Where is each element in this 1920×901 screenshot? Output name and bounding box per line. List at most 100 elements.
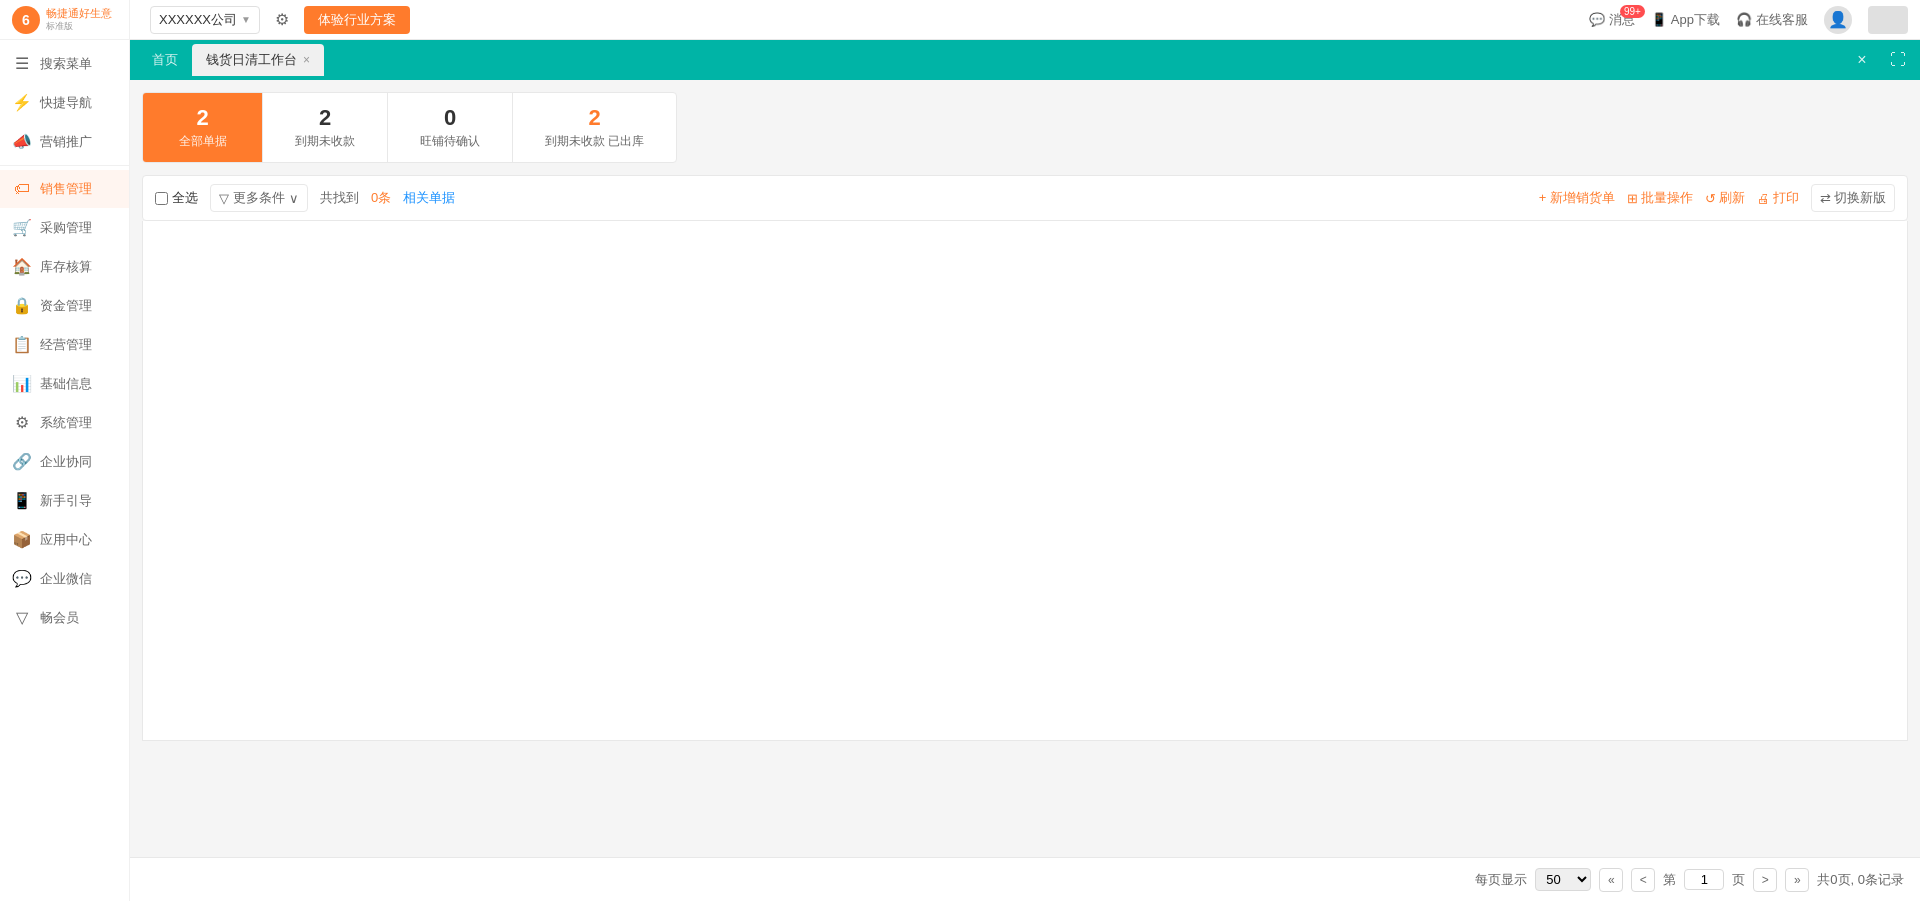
- sidebar-item-finance-label: 资金管理: [40, 297, 92, 315]
- stat-label-all: 全部单据: [175, 133, 230, 150]
- stat-label-overdue-out: 到期未收款 已出库: [545, 133, 644, 150]
- first-page-button[interactable]: «: [1599, 868, 1623, 892]
- page-size-label: 每页显示: [1475, 871, 1527, 889]
- select-all-input[interactable]: [155, 192, 168, 205]
- sidebar-item-search-label: 搜索菜单: [40, 55, 92, 73]
- refresh-label: 刷新: [1719, 189, 1745, 207]
- stat-num-pending: 0: [420, 105, 480, 131]
- switch-version-button[interactable]: ⇄ 切换新版: [1811, 184, 1895, 212]
- batch-icon: ⊞: [1627, 191, 1638, 206]
- stat-tab-overdue-out[interactable]: 2 到期未收款 已出库: [513, 93, 676, 162]
- message-icon: 💬: [1589, 12, 1605, 27]
- settings-button[interactable]: ⚙: [268, 6, 296, 34]
- message-badge: 99+: [1620, 5, 1645, 18]
- sidebar-item-appcenter[interactable]: 📦 应用中心: [0, 520, 129, 559]
- page-size-select[interactable]: 50 100 200: [1535, 868, 1591, 891]
- batch-operation-button[interactable]: ⊞ 批量操作: [1627, 189, 1693, 207]
- switch-label: 切换新版: [1834, 189, 1886, 207]
- app-download-label: App下载: [1671, 11, 1720, 29]
- sidebar-item-inventory[interactable]: 🏠 库存核算: [0, 247, 129, 286]
- company-selector[interactable]: XXXXXX公司 ▼: [150, 6, 260, 34]
- sidebar: 6 畅捷通好生意 标准版 ☰ 搜索菜单 ⚡ 快捷导航 📣 营销推广 🏷 销售管理…: [0, 0, 130, 901]
- enterprise-icon: 🔗: [12, 452, 32, 471]
- stats-tabs: 2 全部单据 2 到期未收款 0 旺铺待确认 2 到期未收款 已出库: [142, 92, 677, 163]
- sidebar-item-basic[interactable]: 📊 基础信息: [0, 364, 129, 403]
- print-icon: 🖨: [1757, 191, 1770, 206]
- print-button[interactable]: 🖨 打印: [1757, 189, 1799, 207]
- newguide-icon: 📱: [12, 491, 32, 510]
- related-link[interactable]: 相关单据: [403, 189, 455, 207]
- sidebar-item-marketing[interactable]: 📣 营销推广: [0, 122, 129, 161]
- stat-label-pending: 旺铺待确认: [420, 133, 480, 150]
- current-page-input[interactable]: [1684, 869, 1724, 890]
- sidebar-item-newguide[interactable]: 📱 新手引导: [0, 481, 129, 520]
- table-area: [142, 221, 1908, 741]
- more-filter-button[interactable]: ▽ 更多条件 ∨: [210, 184, 308, 212]
- sidebar-item-wechat[interactable]: 💬 企业微信: [0, 559, 129, 598]
- select-all-label: 全选: [172, 189, 198, 207]
- sidebar-item-enterprise[interactable]: 🔗 企业协同: [0, 442, 129, 481]
- sidebar-item-system[interactable]: ⚙ 系统管理: [0, 403, 129, 442]
- sidebar-item-appcenter-label: 应用中心: [40, 531, 92, 549]
- sidebar-menu: ☰ 搜索菜单 ⚡ 快捷导航 📣 营销推广 🏷 销售管理 🛒 采购管理 🏠 库存核…: [0, 40, 129, 901]
- tab-home[interactable]: 首页: [138, 44, 192, 76]
- sidebar-item-purchase[interactable]: 🛒 采购管理: [0, 208, 129, 247]
- appcenter-icon: 📦: [12, 530, 32, 549]
- stat-num-overdue: 2: [295, 105, 355, 131]
- tab-work[interactable]: 钱货日清工作台 ×: [192, 44, 324, 76]
- avatar[interactable]: 👤: [1824, 6, 1852, 34]
- sidebar-item-search[interactable]: ☰ 搜索菜单: [0, 44, 129, 83]
- sidebar-item-member[interactable]: ▽ 畅会员: [0, 598, 129, 637]
- search-menu-icon: ☰: [12, 54, 32, 73]
- prev-page-button[interactable]: <: [1631, 868, 1655, 892]
- next-page-button[interactable]: >: [1753, 868, 1777, 892]
- system-icon: ⚙: [12, 413, 32, 432]
- batch-label: 批量操作: [1641, 189, 1693, 207]
- stat-tab-all[interactable]: 2 全部单据: [143, 93, 263, 162]
- sidebar-item-inventory-label: 库存核算: [40, 258, 92, 276]
- tab-expand-button[interactable]: ⛶: [1884, 46, 1912, 74]
- sidebar-logo-area: 6 畅捷通好生意 标准版: [0, 0, 129, 40]
- total-info: 共0页, 0条记录: [1817, 871, 1904, 889]
- sidebar-item-member-label: 畅会员: [40, 609, 79, 627]
- online-service-label: 在线客服: [1756, 11, 1808, 29]
- pagination-bar: 每页显示 50 100 200 « < 第 页 > » 共0页, 0条记录: [130, 857, 1920, 901]
- sidebar-item-operation-label: 经营管理: [40, 336, 92, 354]
- tab-close-all-button[interactable]: ×: [1848, 46, 1876, 74]
- logo-app-name: 畅捷通好生意: [46, 6, 112, 20]
- user-name-area[interactable]: [1868, 6, 1908, 34]
- stat-tab-overdue[interactable]: 2 到期未收款: [263, 93, 388, 162]
- stat-label-overdue: 到期未收款: [295, 133, 355, 150]
- refresh-icon: ↺: [1705, 191, 1716, 206]
- app-download-button[interactable]: 📱 App下载: [1651, 11, 1720, 29]
- message-button[interactable]: 💬 消息 99+: [1589, 11, 1635, 29]
- add-sale-order-button[interactable]: + 新增销货单: [1539, 189, 1615, 207]
- sidebar-item-quicknav-label: 快捷导航: [40, 94, 92, 112]
- filter-icon: ▽: [219, 191, 229, 206]
- finance-icon: 🔒: [12, 296, 32, 315]
- divider-1: [0, 165, 129, 166]
- experience-plan-button[interactable]: 体验行业方案: [304, 6, 410, 34]
- top-bar: XXXXXX公司 ▼ ⚙ 体验行业方案 💬 消息 99+ 📱 App下载 🎧 在…: [0, 0, 1920, 40]
- company-dropdown-icon: ▼: [241, 14, 251, 25]
- select-all-checkbox[interactable]: 全选: [155, 189, 198, 207]
- sidebar-item-newguide-label: 新手引导: [40, 492, 92, 510]
- marketing-icon: 📣: [12, 132, 32, 151]
- online-service-icon: 🎧: [1736, 12, 1752, 27]
- sidebar-item-operation[interactable]: 📋 经营管理: [0, 325, 129, 364]
- tab-work-close-icon[interactable]: ×: [303, 53, 310, 67]
- refresh-button[interactable]: ↺ 刷新: [1705, 189, 1745, 207]
- sidebar-item-finance[interactable]: 🔒 资金管理: [0, 286, 129, 325]
- quicknav-icon: ⚡: [12, 93, 32, 112]
- sidebar-item-sales[interactable]: 🏷 销售管理: [0, 170, 129, 208]
- sidebar-item-enterprise-label: 企业协同: [40, 453, 92, 471]
- last-page-button[interactable]: »: [1785, 868, 1809, 892]
- found-count: 0条: [371, 189, 391, 207]
- sidebar-item-quicknav[interactable]: ⚡ 快捷导航: [0, 83, 129, 122]
- filter-arrow-icon: ∨: [289, 191, 299, 206]
- page-text-2: 页: [1732, 871, 1745, 889]
- basic-icon: 📊: [12, 374, 32, 393]
- online-service-button[interactable]: 🎧 在线客服: [1736, 11, 1808, 29]
- switch-icon: ⇄: [1820, 191, 1831, 206]
- stat-tab-pending[interactable]: 0 旺铺待确认: [388, 93, 513, 162]
